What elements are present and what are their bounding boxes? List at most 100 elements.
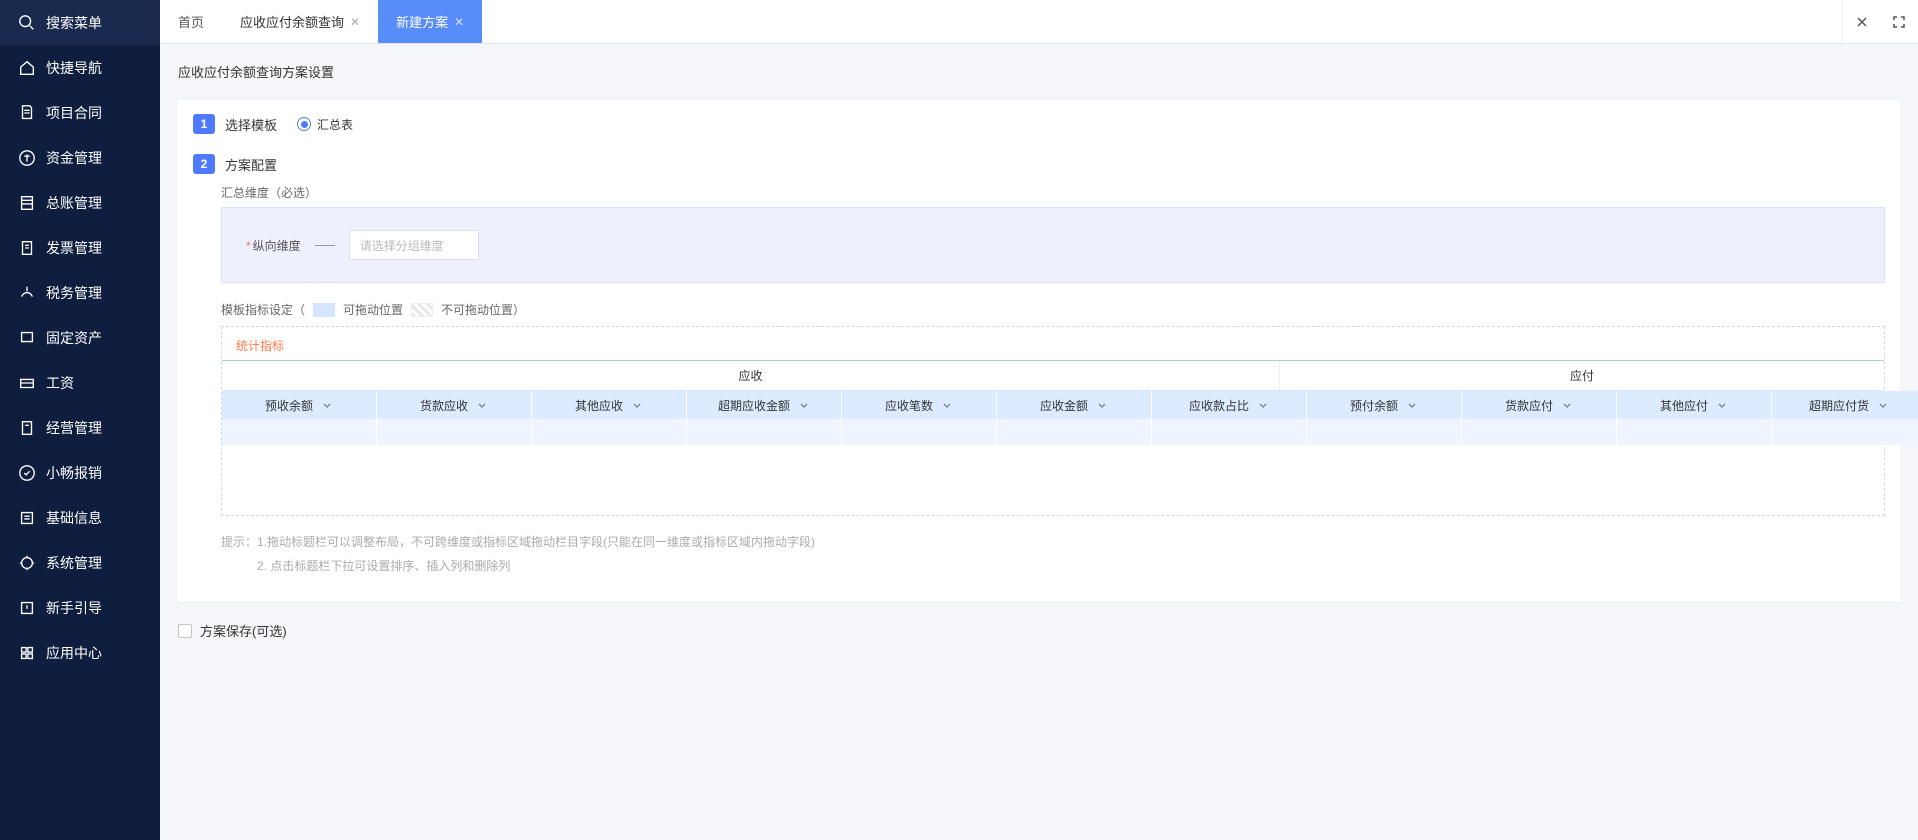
- tab-1[interactable]: 应收应付余额查询 ✕: [222, 0, 378, 43]
- chevron-down-icon: [1716, 399, 1728, 411]
- step1-number: 1: [193, 114, 215, 134]
- column-header-9[interactable]: 其他应付: [1617, 391, 1772, 419]
- sidebar-item-3[interactable]: 资金管理: [0, 135, 160, 180]
- reimb-icon: [18, 464, 36, 482]
- indicator-header: 模板指标设定（ 可拖动位置 不可拖动位置）: [221, 301, 1885, 318]
- sidebar-item-label: 搜索菜单: [46, 13, 102, 33]
- hints: 提示：1.拖动标题栏可以调整布局，不可跨维度或指标区域拖动栏目字段(只能在同一维…: [221, 530, 1885, 578]
- tab-close[interactable]: ✕: [350, 15, 360, 29]
- money-icon: [18, 149, 36, 167]
- guide-icon: [18, 599, 36, 617]
- column-header-3[interactable]: 超期应收金额: [687, 391, 842, 419]
- column-group-1: 应付: [1280, 361, 1884, 390]
- step2-row: 2 方案配置: [193, 154, 1885, 174]
- data-cell: [842, 419, 997, 445]
- swatch-draggable: [313, 303, 335, 317]
- sidebar-item-label: 税务管理: [46, 283, 102, 303]
- data-cell: [1462, 419, 1617, 445]
- sidebar-item-label: 新手引导: [46, 598, 102, 618]
- tabbar: 首页应收应付余额查询✕新建方案✕: [160, 0, 1918, 44]
- apps-icon: [18, 644, 36, 662]
- chevron-down-icon: [476, 399, 488, 411]
- column-group-0: 应收: [222, 361, 1280, 390]
- tabs-close-all[interactable]: [1842, 0, 1880, 43]
- sidebar-item-5[interactable]: 发票管理: [0, 225, 160, 270]
- hints-line1: 1.拖动标题栏可以调整布局，不可跨维度或指标区域拖动栏目字段(只能在同一维度或指…: [257, 535, 815, 549]
- column-header-5[interactable]: 应收金额: [997, 391, 1152, 419]
- tab-label: 首页: [178, 12, 204, 31]
- page-title: 应收应付余额查询方案设置: [176, 62, 1902, 81]
- column-label: 超期应付货: [1809, 397, 1869, 414]
- save-row: 方案保存(可选): [176, 603, 1902, 640]
- step1-row: 1 选择模板 汇总表: [193, 114, 1885, 134]
- column-label: 应收款占比: [1189, 397, 1249, 414]
- hints-line2: 2. 点击标题栏下拉可设置排序、插入列和删除列: [257, 559, 510, 573]
- chevron-down-icon: [321, 399, 333, 411]
- tax-icon: [18, 284, 36, 302]
- data-cell: [997, 419, 1152, 445]
- data-cell: [377, 419, 532, 445]
- column-label: 其他应收: [575, 397, 623, 414]
- save-label: 方案保存(可选): [200, 621, 287, 640]
- tab-close[interactable]: ✕: [454, 15, 464, 29]
- column-label: 应收笔数: [885, 397, 933, 414]
- sidebar-item-1[interactable]: 快捷导航: [0, 45, 160, 90]
- sidebar-item-2[interactable]: 项目合同: [0, 90, 160, 135]
- sidebar-item-8[interactable]: 工资: [0, 360, 160, 405]
- sidebar-item-11[interactable]: 基础信息: [0, 495, 160, 540]
- template-radio-summary[interactable]: 汇总表: [297, 116, 353, 133]
- column-label: 预付余额: [1350, 397, 1398, 414]
- sidebar-item-label: 小畅报销: [46, 463, 102, 483]
- column-header-0[interactable]: 预收余额: [222, 391, 377, 419]
- fullscreen-button[interactable]: [1880, 0, 1918, 43]
- dimension-placeholder: 请选择分组维度: [360, 237, 444, 254]
- drag-label: 可拖动位置: [343, 301, 403, 318]
- sidebar-item-0[interactable]: 搜索菜单: [0, 0, 160, 45]
- invoice-icon: [18, 239, 36, 257]
- chevron-down-icon: [1406, 399, 1418, 411]
- sidebar-item-10[interactable]: 小畅报销: [0, 450, 160, 495]
- close-icon: [1855, 15, 1869, 29]
- dimension-select[interactable]: 请选择分组维度: [349, 230, 479, 260]
- data-cell: [1617, 419, 1772, 445]
- sidebar-item-7[interactable]: 固定资产: [0, 315, 160, 360]
- sidebar-item-label: 快捷导航: [46, 58, 102, 78]
- data-cell: [532, 419, 687, 445]
- data-cell: [222, 419, 377, 445]
- sidebar-item-6[interactable]: 税务管理: [0, 270, 160, 315]
- sidebar-item-label: 固定资产: [46, 328, 102, 348]
- search-icon: [18, 14, 36, 32]
- chevron-down-icon: [1877, 399, 1889, 411]
- column-header-7[interactable]: 预付余额: [1307, 391, 1462, 419]
- column-header-4[interactable]: 应收笔数: [842, 391, 997, 419]
- sidebar-item-12[interactable]: 系统管理: [0, 540, 160, 585]
- column-label: 超期应收金额: [718, 397, 790, 414]
- sidebar-item-label: 系统管理: [46, 553, 102, 573]
- column-header-8[interactable]: 货款应付: [1462, 391, 1617, 419]
- column-label: 应收金额: [1040, 397, 1088, 414]
- sidebar-item-label: 基础信息: [46, 508, 102, 528]
- radio-label: 汇总表: [317, 116, 353, 133]
- home-icon: [18, 59, 36, 77]
- tab-label: 应收应付余额查询: [240, 12, 344, 31]
- sidebar-item-9[interactable]: 经营管理: [0, 405, 160, 450]
- column-label: 货款应付: [1505, 397, 1553, 414]
- sidebar-item-label: 应用中心: [46, 643, 102, 663]
- column-header-6[interactable]: 应收款占比: [1152, 391, 1307, 419]
- tab-0[interactable]: 首页: [160, 0, 222, 43]
- save-checkbox[interactable]: [178, 624, 192, 638]
- dimension-section-label: 汇总维度（必选）: [221, 184, 1885, 201]
- indicator-label: 模板指标设定（: [221, 301, 305, 318]
- sidebar-item-13[interactable]: 新手引导: [0, 585, 160, 630]
- step1-label: 选择模板: [225, 115, 277, 134]
- column-header-2[interactable]: 其他应收: [532, 391, 687, 419]
- sidebar-item-label: 工资: [46, 373, 74, 393]
- sidebar-item-14[interactable]: 应用中心: [0, 630, 160, 675]
- data-cell: [1772, 419, 1918, 445]
- sidebar-item-4[interactable]: 总账管理: [0, 180, 160, 225]
- column-header-10[interactable]: 超期应付货: [1772, 391, 1918, 419]
- chevron-down-icon: [1561, 399, 1573, 411]
- tab-2[interactable]: 新建方案✕: [378, 0, 482, 43]
- column-header-1[interactable]: 货款应收: [377, 391, 532, 419]
- column-label: 预收余额: [265, 397, 313, 414]
